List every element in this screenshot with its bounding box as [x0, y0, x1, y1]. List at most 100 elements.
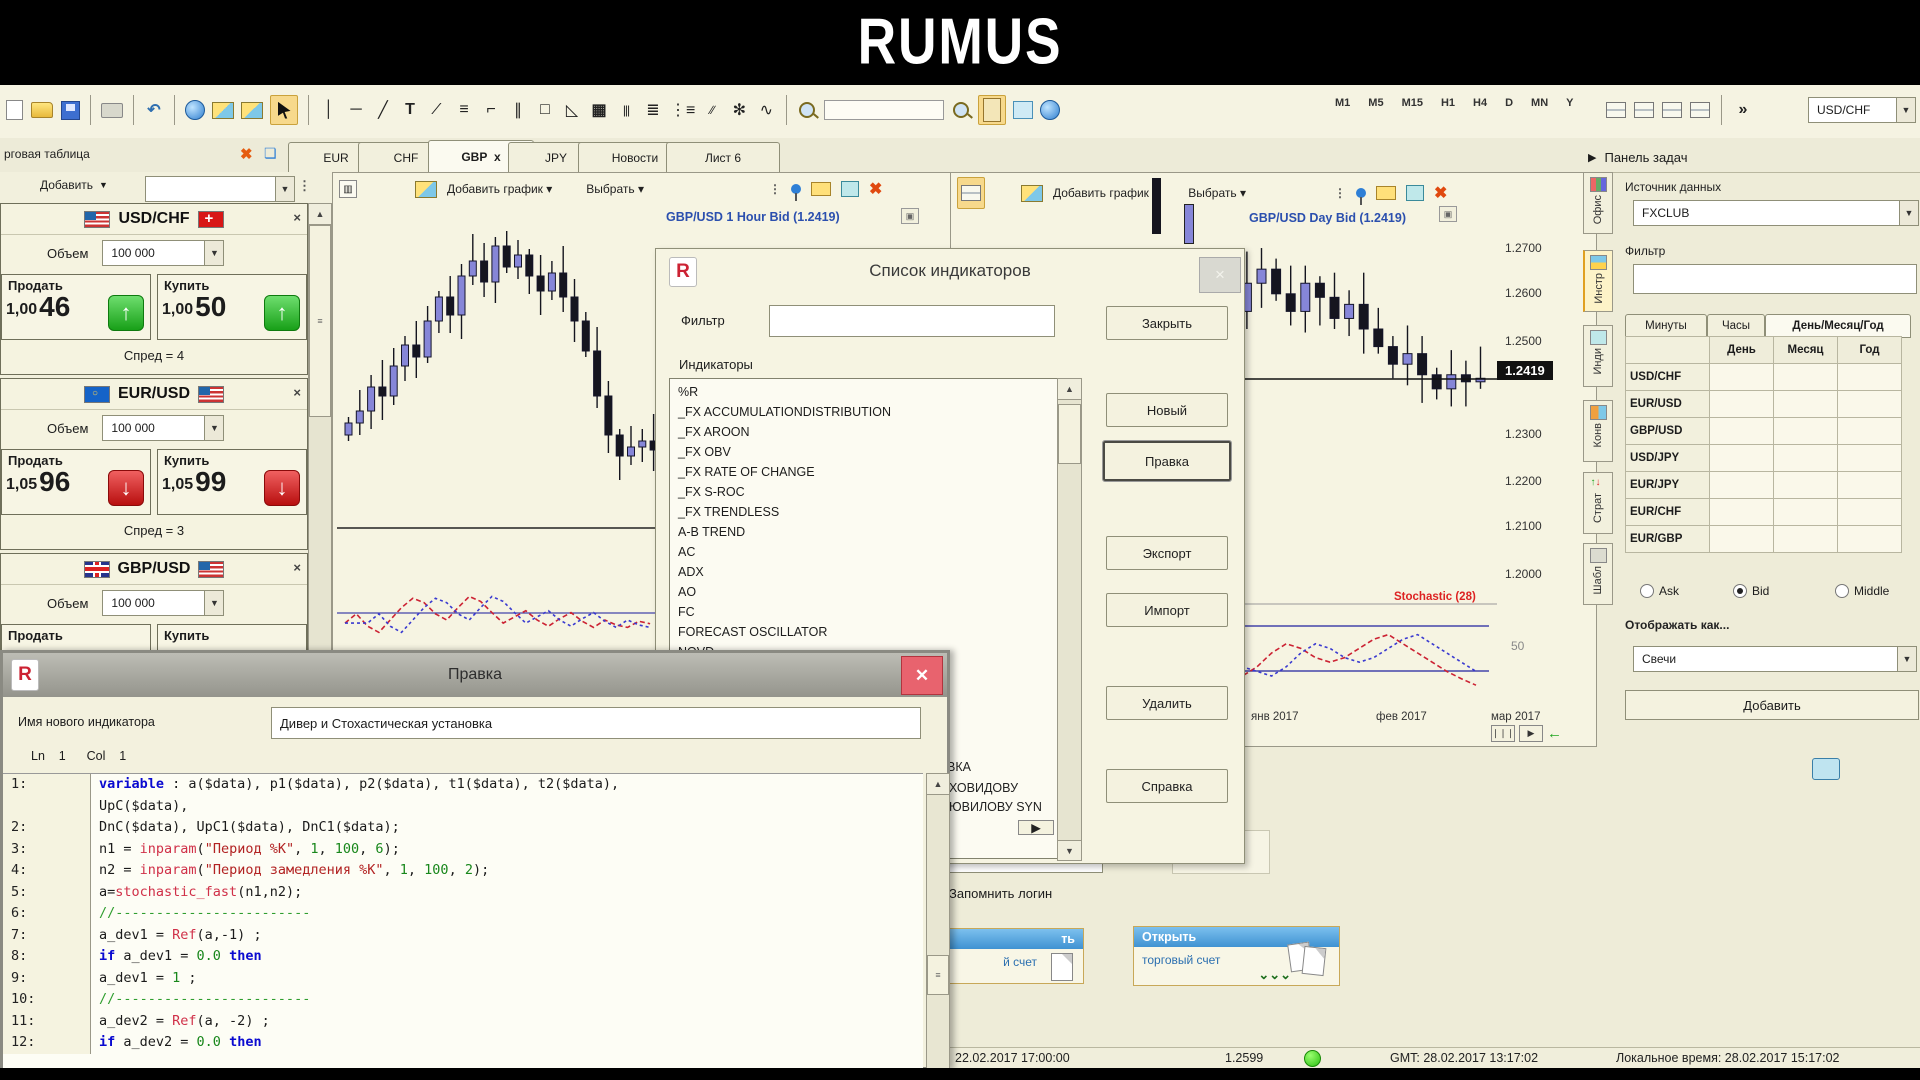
- indicator-item[interactable]: ADX: [678, 562, 1080, 582]
- day-cell[interactable]: [1709, 525, 1774, 553]
- code-text[interactable]: n2 = inparam("Период замедления %K", 1, …: [91, 860, 489, 882]
- code-text[interactable]: a_dev1 = Ref(a,-1) ;: [91, 925, 262, 947]
- more-tools-chevron[interactable]: »: [1733, 97, 1753, 123]
- cursor-tool-icon[interactable]: [270, 95, 298, 125]
- code-text[interactable]: if a_dev2 = 0.0 then: [91, 1032, 262, 1054]
- volume-select[interactable]: 100 000 ▼: [102, 415, 225, 441]
- help-button[interactable]: Справка: [1106, 769, 1228, 803]
- table-row[interactable]: USD/JPY: [1625, 444, 1902, 472]
- indicator-item-fragment[interactable]: ВКА: [947, 760, 971, 774]
- code-text[interactable]: a_dev1 = 1 ;: [91, 968, 197, 990]
- buy-button[interactable]: Купить 1,00 50 ↑: [157, 274, 307, 340]
- code-line[interactable]: 1: variable : a($data), p1($data), p2($d…: [3, 774, 923, 817]
- code-line[interactable]: 3: n1 = inparam("Период %K", 1, 100, 6);: [3, 838, 923, 861]
- indicator-filter-input[interactable]: [769, 305, 1055, 337]
- indicator-item[interactable]: _FX ACCUMULATIONDISTRIBUTION: [678, 402, 1080, 422]
- calendar-icon[interactable]: [957, 177, 985, 209]
- month-cell[interactable]: [1773, 471, 1838, 499]
- vtab-indicators[interactable]: Инди: [1583, 325, 1613, 387]
- trendline-tool-icon[interactable]: ╱: [373, 97, 393, 123]
- code-line[interactable]: 5: a=stochastic_fast(n1,n2);: [3, 881, 923, 903]
- table-row[interactable]: EUR/USD: [1625, 390, 1902, 418]
- col-day[interactable]: День: [1709, 336, 1774, 364]
- watch-close-icon[interactable]: ✖: [240, 145, 253, 163]
- code-text[interactable]: a_dev2 = Ref(a, -2) ;: [91, 1011, 270, 1033]
- print-icon[interactable]: [101, 97, 123, 123]
- zoom-plus-icon[interactable]: [951, 97, 971, 123]
- display-as-select[interactable]: Свечи ▼: [1633, 646, 1917, 672]
- chart-type3-icon[interactable]: [1662, 97, 1682, 123]
- day-cell[interactable]: [1709, 363, 1774, 391]
- code-line[interactable]: 7: a_dev1 = Ref(a,-1) ;: [3, 924, 923, 947]
- year-cell[interactable]: [1837, 444, 1902, 472]
- green-back-arrow-icon[interactable]: ←: [1547, 725, 1562, 742]
- pin-icon[interactable]: [1355, 188, 1366, 205]
- indicator-item[interactable]: AC: [678, 542, 1080, 562]
- code-line[interactable]: 12: if a_dev2 = 0.0 then: [3, 1032, 923, 1054]
- close-icon[interactable]: ×: [293, 385, 301, 400]
- table-row[interactable]: GBP/USD: [1625, 417, 1902, 445]
- timeframe-button[interactable]: MN: [1528, 95, 1551, 111]
- indicator-item[interactable]: _FX RATE OF CHANGE: [678, 462, 1080, 482]
- table-row[interactable]: EUR/GBP: [1625, 525, 1902, 553]
- month-cell[interactable]: [1773, 363, 1838, 391]
- timeframe-button[interactable]: D: [1502, 95, 1516, 111]
- scroll-up-icon[interactable]: ▲: [309, 204, 331, 225]
- add-chart-button[interactable]: Добавить график ▾: [1053, 186, 1158, 200]
- month-cell[interactable]: [1773, 525, 1838, 553]
- editor-scrollbar[interactable]: ▲ ≡: [926, 773, 950, 1070]
- add-instrument-button[interactable]: Добавить: [40, 178, 93, 192]
- year-cell[interactable]: [1837, 363, 1902, 391]
- indicator-item[interactable]: FC: [678, 602, 1080, 622]
- rect-tool-icon[interactable]: □: [535, 97, 555, 123]
- indicator-item-fragment[interactable]: ЮВИЛОВУ SYN: [949, 800, 1042, 814]
- code-text[interactable]: DnC($data), UpC1($data), DnC1($data);: [91, 817, 400, 839]
- code-line[interactable]: 6: //------------------------: [3, 903, 923, 925]
- code-line[interactable]: 10: //------------------------: [3, 989, 923, 1011]
- grid-plus-icon[interactable]: [1013, 97, 1034, 123]
- device-icon[interactable]: [1812, 758, 1840, 780]
- code-editor[interactable]: 1: variable : a($data), p1($data), p2($d…: [3, 773, 923, 1071]
- code-line[interactable]: 9: a_dev1 = 1 ;: [3, 967, 923, 990]
- vtab-templates[interactable]: Шабл: [1583, 543, 1613, 605]
- sell-button[interactable]: Продать 1,05 96 ↓: [1, 449, 151, 515]
- timeframe-button[interactable]: Y: [1563, 95, 1576, 111]
- month-cell[interactable]: [1773, 444, 1838, 472]
- year-cell[interactable]: [1837, 525, 1902, 553]
- day-cell[interactable]: [1709, 417, 1774, 445]
- grid-tool-icon[interactable]: ▦: [589, 97, 609, 123]
- grid-icon[interactable]: [840, 181, 859, 197]
- year-cell[interactable]: [1837, 498, 1902, 526]
- indicator-item[interactable]: _FX AROON: [678, 422, 1080, 442]
- month-cell[interactable]: [1773, 498, 1838, 526]
- pin-icon[interactable]: [790, 184, 801, 201]
- list2-tool-icon[interactable]: ⋮≡: [670, 97, 695, 123]
- tab-close-icon[interactable]: x: [494, 150, 501, 164]
- scroll-down-icon[interactable]: ▼: [1058, 840, 1081, 860]
- radio-ask[interactable]: Ask: [1640, 584, 1679, 598]
- folder-icon[interactable]: [810, 182, 831, 196]
- zoom-icon[interactable]: [797, 97, 817, 123]
- day-cell[interactable]: [1709, 444, 1774, 472]
- indicator-item[interactable]: FORECAST OSCILLATOR: [678, 622, 1080, 642]
- folder-icon[interactable]: [1375, 186, 1396, 200]
- code-text[interactable]: if a_dev1 = 0.0 then: [91, 946, 262, 968]
- zigzag-tool-icon[interactable]: ∿: [756, 97, 776, 123]
- code-text[interactable]: n1 = inparam("Период %K", 1, 100, 6);: [91, 839, 400, 861]
- restore-icon[interactable]: ▣: [901, 208, 919, 224]
- h-scroll-right-icon[interactable]: ▶: [1018, 820, 1054, 835]
- data-source-select[interactable]: FXCLUB ▼: [1633, 200, 1919, 226]
- code-line[interactable]: 4: n2 = inparam("Период замедления %K", …: [3, 860, 923, 882]
- flag-line-icon[interactable]: ⌐: [481, 97, 501, 123]
- timeframe-button[interactable]: M15: [1399, 95, 1426, 111]
- symbol-select[interactable]: USD/CHF ▼: [1808, 97, 1916, 123]
- window-icon[interactable]: ▥: [339, 180, 357, 198]
- open-folder-icon[interactable]: [31, 97, 53, 123]
- indicator-name-input[interactable]: Дивер и Стохастическая установка: [271, 707, 921, 739]
- code-line[interactable]: 11: a_dev2 = Ref(a, -2) ;: [3, 1010, 923, 1033]
- chart-image2-icon[interactable]: [241, 97, 263, 123]
- day-cell[interactable]: [1709, 498, 1774, 526]
- list-scrollbar[interactable]: ▲ ▼: [1057, 378, 1082, 861]
- chart-type1-icon[interactable]: [1606, 97, 1626, 123]
- col-year[interactable]: Год: [1837, 336, 1902, 364]
